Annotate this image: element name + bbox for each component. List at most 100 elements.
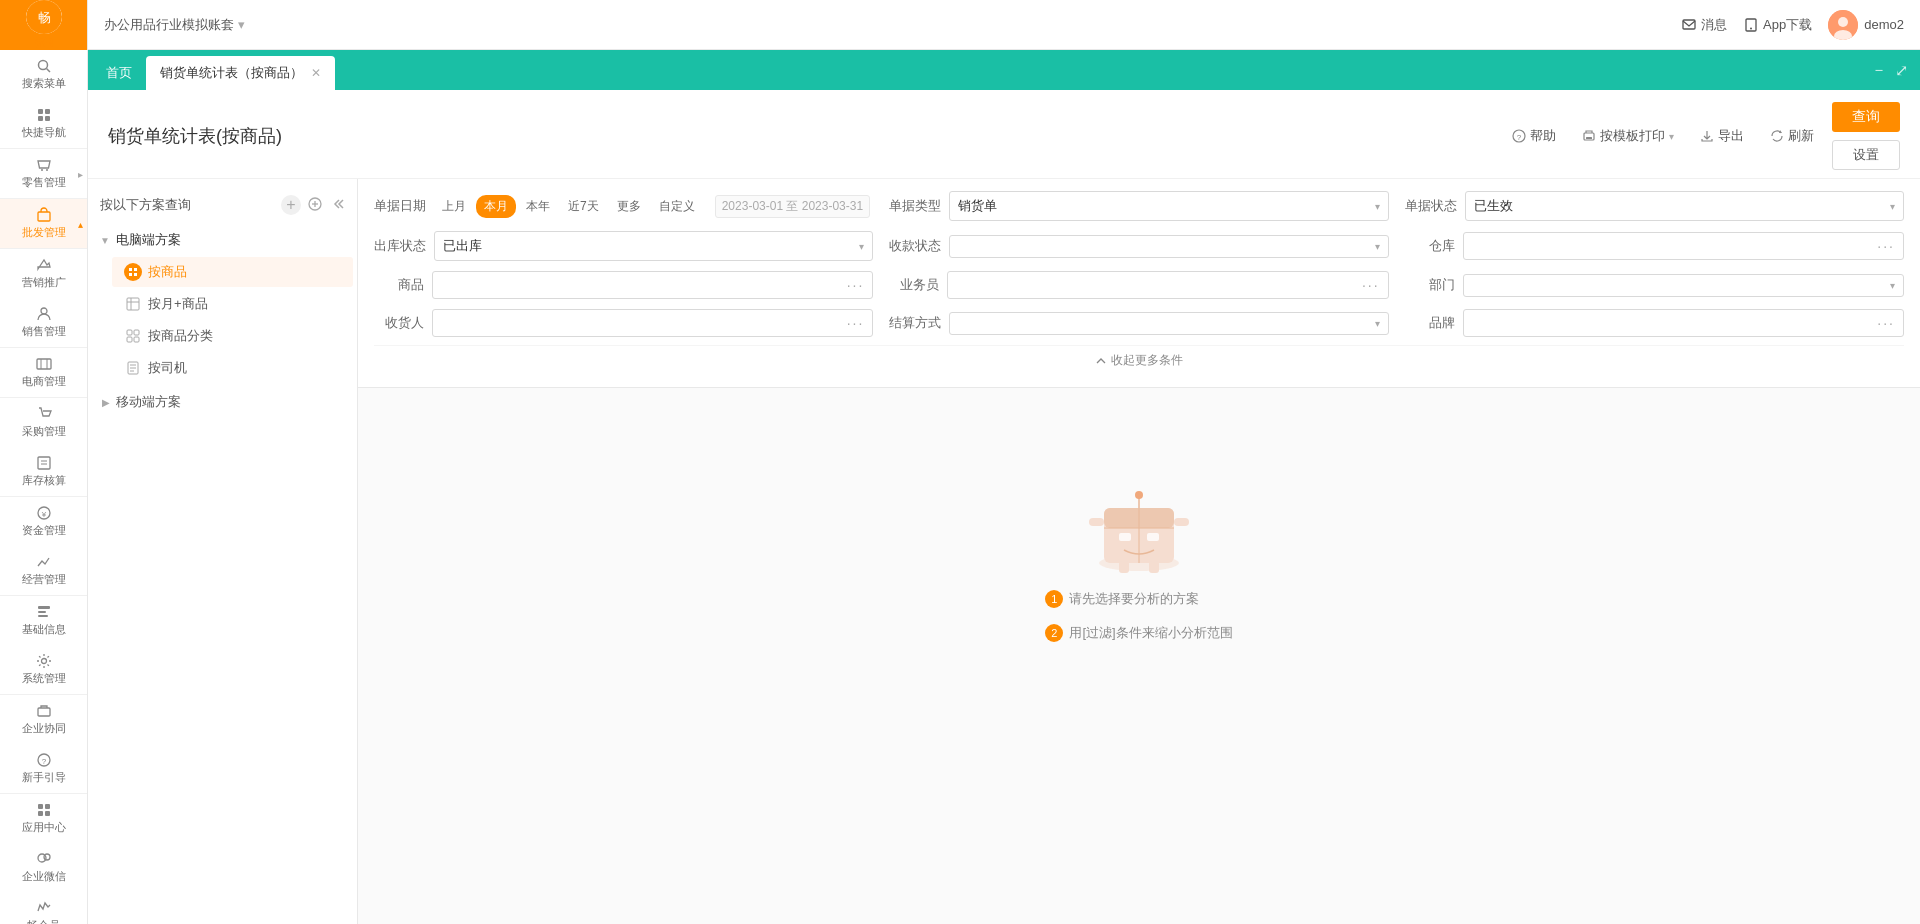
user-profile[interactable]: demo2: [1828, 10, 1904, 40]
svg-rect-21: [38, 611, 46, 613]
date-tab-this-year[interactable]: 本年: [518, 195, 558, 218]
sidebar-item-label: 采购管理: [22, 424, 66, 439]
scheme-edit-icon[interactable]: [307, 196, 323, 215]
svg-rect-33: [1683, 20, 1695, 29]
warehouse-select[interactable]: ···: [1463, 232, 1904, 260]
product-select[interactable]: ···: [432, 271, 873, 299]
filter-receipt-status: 收款状态 ▾: [889, 231, 1388, 261]
scheme-group-mobile-header[interactable]: ▶ 移动端方案: [88, 387, 357, 417]
doc-type-select[interactable]: 销货单 ▾: [949, 191, 1388, 221]
sidebar-item-enterprise[interactable]: 企业协同: [0, 695, 87, 744]
message-action[interactable]: 消息: [1681, 16, 1727, 34]
dept-select[interactable]: ▾: [1463, 274, 1904, 297]
filter-receiver: 收货人 ···: [374, 309, 873, 337]
app-download-action[interactable]: App下载: [1743, 16, 1812, 34]
filter-row-4: 收货人 ··· 结算方式 ▾: [374, 309, 1904, 337]
filter-out-status: 出库状态 已出库 ▾: [374, 231, 873, 261]
enterprise-icon: [36, 703, 52, 719]
sidebar-item-wholesale[interactable]: 批发管理 ▴: [0, 199, 87, 249]
by-warehouse-icon: [124, 359, 142, 377]
tab-home[interactable]: 首页: [92, 56, 146, 90]
sidebar-item-quick-nav[interactable]: 快捷导航: [0, 99, 87, 148]
setting-btn[interactable]: 设置: [1832, 140, 1900, 170]
brand-select[interactable]: ···: [1463, 309, 1904, 337]
refresh-btn[interactable]: 刷新: [1762, 123, 1822, 149]
date-tab-last7[interactable]: 近7天: [560, 195, 607, 218]
user-name: demo2: [1864, 17, 1904, 32]
sidebar-item-label: 基础信息: [22, 622, 66, 637]
sidebar-item-wechat-work[interactable]: 企业微信: [0, 843, 87, 892]
brand-dots: ···: [1877, 315, 1895, 331]
scheme-panel: 按以下方案查询 + ▼ 电脑端方案: [88, 179, 358, 924]
doc-status-arrow: ▾: [1890, 201, 1895, 212]
by-category-icon: [124, 327, 142, 345]
sidebar-logo[interactable]: 畅 标报: [0, 0, 87, 50]
sidebar-item-operation[interactable]: 经营管理: [0, 546, 87, 596]
workspace-selector[interactable]: 办公用品行业模拟账套 ▾: [104, 16, 245, 34]
sidebar-item-sales-mgmt[interactable]: 销售管理: [0, 298, 87, 348]
receiver-select[interactable]: ···: [432, 309, 873, 337]
out-status-select[interactable]: 已出库 ▾: [434, 231, 873, 261]
date-quick-row: 上月 本月 本年 近7天 更多 自定义 2023-03-01 至 2023-03…: [434, 195, 873, 218]
app-download-label: App下载: [1763, 16, 1812, 34]
filter-panel: 单据日期 上月 本月 本年 近7天 更多 自定义 2023-03-01 至 20…: [358, 179, 1920, 388]
sidebar-item-basic-info[interactable]: 基础信息: [0, 596, 87, 645]
sidebar-item-inventory[interactable]: 库存核算: [0, 447, 87, 497]
svg-text:¥: ¥: [40, 510, 46, 519]
date-tab-more[interactable]: 更多: [609, 195, 649, 218]
export-btn[interactable]: 导出: [1692, 123, 1752, 149]
tab-close-icon[interactable]: ✕: [311, 66, 321, 80]
warehouse-dots: ···: [1877, 238, 1895, 254]
help-btn[interactable]: ? 帮助: [1504, 123, 1564, 149]
svg-rect-55: [127, 337, 132, 342]
svg-rect-30: [45, 811, 50, 816]
date-tab-this-month[interactable]: 本月: [476, 195, 516, 218]
svg-point-69: [1135, 491, 1143, 499]
scheme-collapse-icon[interactable]: [329, 196, 345, 215]
product-label: 商品: [374, 276, 424, 294]
sidebar-item-search[interactable]: 搜索菜单: [0, 50, 87, 99]
scheme-group-pc-header[interactable]: ▼ 电脑端方案: [88, 225, 357, 255]
empty-state: 1 请先选择要分析的方案 2 用[过滤]条件来缩小分析范围: [1045, 408, 1232, 646]
date-tab-custom[interactable]: 自定义: [651, 195, 703, 218]
svg-rect-50: [127, 298, 139, 310]
receipt-status-select[interactable]: ▾: [949, 235, 1388, 258]
page-actions: ? 帮助 按模板打印 ▾ 导出 刷新 查询 设置: [1504, 102, 1900, 170]
sidebar-item-label: 资金管理: [22, 523, 66, 538]
sidebar-item-finance[interactable]: ¥ 资金管理: [0, 497, 87, 546]
scheme-item-by-product[interactable]: 按商品: [112, 257, 353, 287]
sidebar-item-sys-admin[interactable]: 系统管理: [0, 645, 87, 695]
sidebar-item-new-guide[interactable]: ? 新手引导: [0, 744, 87, 794]
page-header: 销货单统计表(按商品) ? 帮助 按模板打印 ▾ 导出 刷新 查询 设置: [88, 90, 1920, 179]
tip-2-num: 2: [1045, 624, 1063, 642]
settlement-select[interactable]: ▾: [949, 312, 1388, 335]
sidebar-item-purchase[interactable]: 采购管理: [0, 398, 87, 447]
collapse-bar[interactable]: 收起更多条件: [374, 345, 1904, 375]
sidebar-item-marketing[interactable]: 营销推广: [0, 249, 87, 298]
sidebar-item-retail[interactable]: 零售管理 ▸: [0, 149, 87, 199]
scheme-item-by-category[interactable]: 按商品分类: [112, 321, 353, 351]
salesman-select[interactable]: ···: [947, 271, 1388, 299]
logo-icon: 畅: [26, 0, 62, 34]
content-area: 按以下方案查询 + ▼ 电脑端方案: [88, 179, 1920, 924]
message-icon: [1681, 17, 1697, 33]
finance-icon: ¥: [36, 505, 52, 521]
scheme-item-by-month-product[interactable]: 按月+商品: [112, 289, 353, 319]
date-tab-last-month[interactable]: 上月: [434, 195, 474, 218]
sidebar-item-vip[interactable]: 畅会员: [0, 892, 87, 924]
svg-rect-70: [1089, 518, 1104, 526]
tab-maximize-btn[interactable]: ⤢: [1895, 61, 1908, 80]
tab-sales-stat[interactable]: 销货单统计表（按商品） ✕: [146, 56, 335, 90]
sidebar-item-app-center[interactable]: 应用中心: [0, 794, 87, 843]
marketing-icon: [36, 257, 52, 273]
scheme-item-by-warehouse[interactable]: 按司机: [112, 353, 353, 383]
doc-type-label: 单据类型: [889, 197, 941, 215]
sidebar-item-ecommerce[interactable]: 电商管理: [0, 348, 87, 398]
sales-mgmt-icon: [36, 306, 52, 322]
date-range-display[interactable]: 2023-03-01 至 2023-03-31: [715, 195, 870, 218]
print-btn[interactable]: 按模板打印 ▾: [1574, 123, 1682, 149]
query-btn[interactable]: 查询: [1832, 102, 1900, 132]
doc-status-select[interactable]: 已生效 ▾: [1465, 191, 1904, 221]
tab-minimize-btn[interactable]: －: [1871, 60, 1887, 81]
scheme-add-icon[interactable]: +: [281, 195, 301, 215]
